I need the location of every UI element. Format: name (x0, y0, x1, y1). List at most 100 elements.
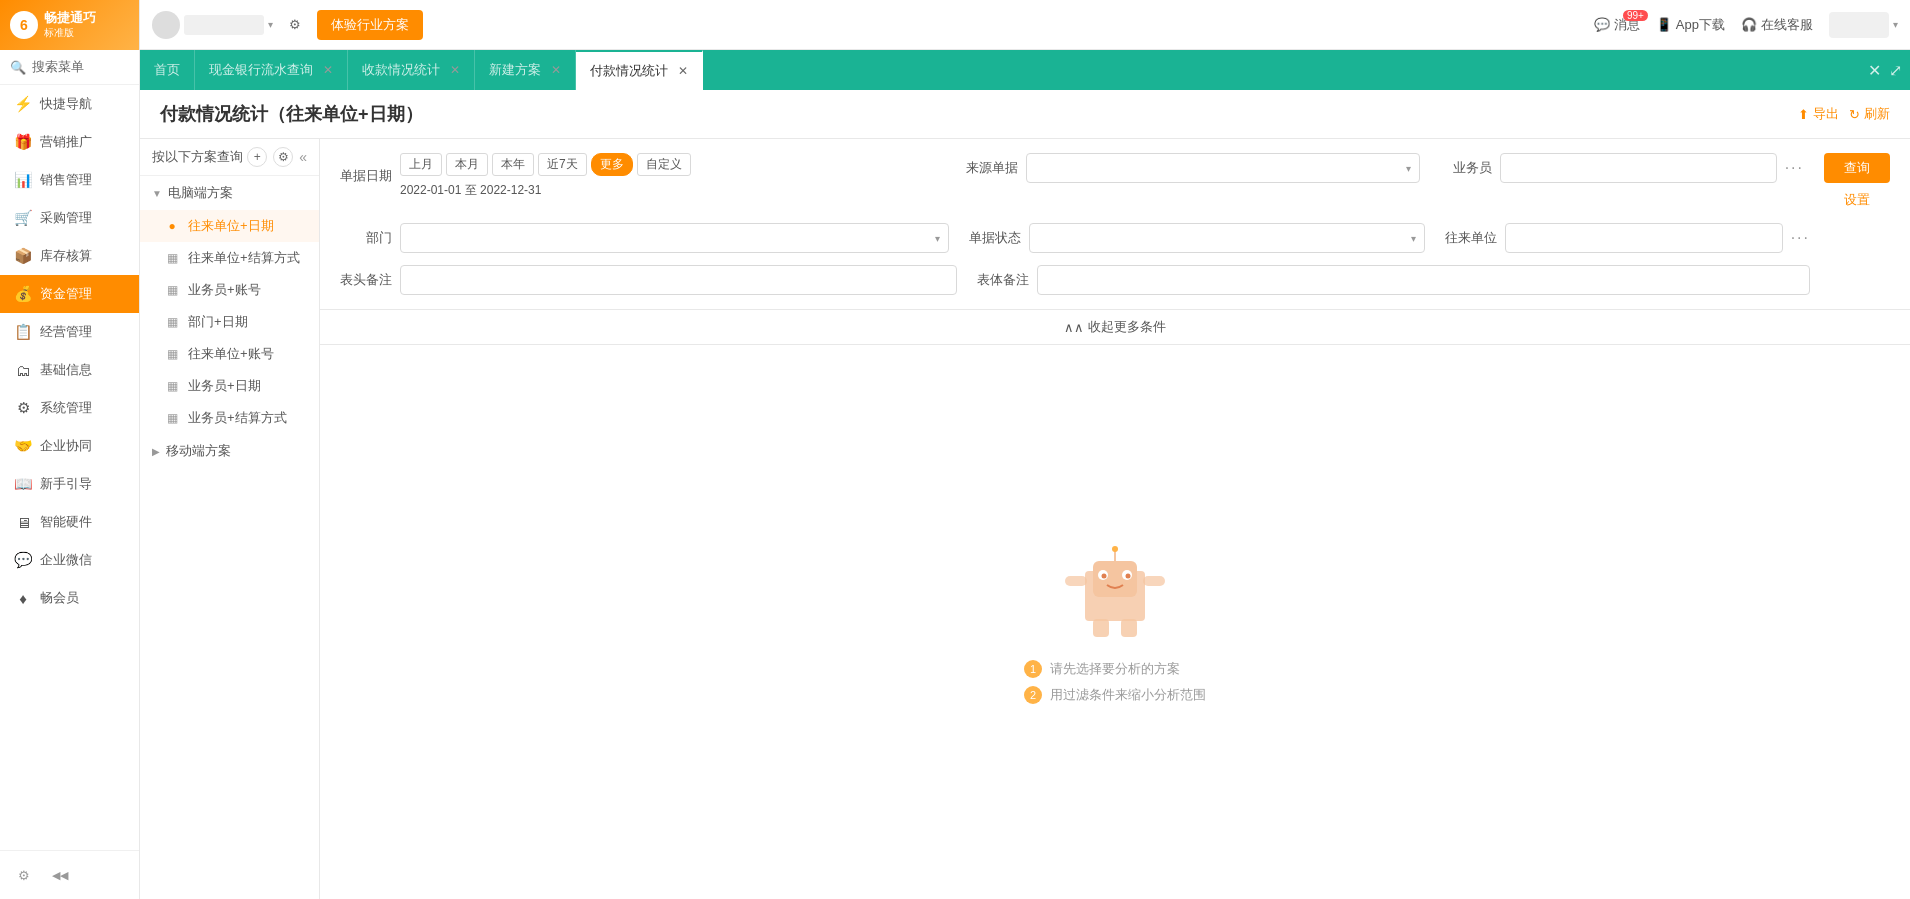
close-window-btn[interactable]: ✕ (1868, 61, 1881, 80)
date-btn-this-year[interactable]: 本年 (492, 153, 534, 176)
scheme-item-partner-account-label: 往来单位+账号 (188, 345, 274, 363)
scheme-collapse-btn[interactable]: « (299, 149, 307, 165)
sidebar-item-inventory[interactable]: 📦 库存核算 (0, 237, 139, 275)
date-btn-row: 上月 本月 本年 近7天 更多 自定义 (400, 153, 946, 176)
sidebar-item-quick-nav[interactable]: ⚡ 快捷导航 (0, 85, 139, 123)
settings-link[interactable]: 设置 (1844, 189, 1870, 211)
export-btn[interactable]: ⬆ 导出 (1798, 105, 1839, 123)
partner-dots[interactable]: ··· (1791, 229, 1810, 247)
maximize-window-btn[interactable]: ⤢ (1889, 61, 1902, 80)
date-btn-7days[interactable]: 近7天 (538, 153, 587, 176)
partner-input[interactable] (1505, 223, 1783, 253)
scheme-item-staff-date[interactable]: ▦ 业务员+日期 (140, 370, 319, 402)
sidebar-item-guide[interactable]: 📖 新手引导 (0, 465, 139, 503)
smart-hw-icon: 🖥 (14, 513, 32, 531)
sidebar-item-system[interactable]: ⚙ 系统管理 (0, 389, 139, 427)
footer-collapse-btn[interactable]: ◀◀ (46, 861, 74, 889)
date-btn-this-month[interactable]: 本月 (446, 153, 488, 176)
page-title: 付款情况统计（往来单位+日期） (160, 102, 423, 126)
sidebar-item-smart-hw[interactable]: 🖥 智能硬件 (0, 503, 139, 541)
date-range-display[interactable]: 2022-01-01 至 2022-12-31 (400, 182, 946, 199)
sidebar-item-operation[interactable]: 📋 经营管理 (0, 313, 139, 351)
tab-income-stats-label: 收款情况统计 (362, 61, 440, 79)
sidebar-item-wechat[interactable]: 💬 企业微信 (0, 541, 139, 579)
date-btn-more[interactable]: 更多 (591, 153, 633, 176)
topbar-left: ▾ ⚙ 体验行业方案 (152, 10, 1584, 40)
topbar-settings-btn[interactable]: ⚙ (281, 11, 309, 39)
user-area[interactable]: ▾ (152, 11, 273, 39)
finance-icon: 💰 (14, 285, 32, 303)
scheme-item-dept-date[interactable]: ▦ 部门+日期 (140, 306, 319, 338)
collapse-more-btn[interactable]: ∧∧ 收起更多条件 (1064, 318, 1166, 336)
scheme-mobile-group-header[interactable]: ▶ 移动端方案 (152, 442, 307, 460)
sales-label: 销售管理 (40, 171, 92, 189)
scheme-item-partner-settlement-icon: ▦ (164, 250, 180, 266)
source-voucher-select[interactable]: ▾ (1026, 153, 1420, 183)
sidebar-item-finance[interactable]: 💰 资金管理 (0, 275, 139, 313)
scheme-item-staff-settlement[interactable]: ▦ 业务员+结算方式 (140, 402, 319, 434)
dept-select[interactable]: ▾ (400, 223, 949, 253)
empty-tip-1-text: 请先选择要分析的方案 (1050, 660, 1180, 678)
scheme-item-staff-account-icon: ▦ (164, 282, 180, 298)
scheme-item-partner-settlement[interactable]: ▦ 往来单位+结算方式 (140, 242, 319, 274)
online-service-btn[interactable]: 🎧 在线客服 (1741, 16, 1813, 34)
scheme-item-staff-account[interactable]: ▦ 业务员+账号 (140, 274, 319, 306)
query-btn[interactable]: 查询 (1824, 153, 1890, 183)
sidebar-item-marketing[interactable]: 🎁 营销推广 (0, 123, 139, 161)
sidebar-search[interactable]: 🔍 搜索菜单 (0, 50, 139, 85)
scheme-item-staff-date-label: 业务员+日期 (188, 377, 261, 395)
filter-staff: 业务员 ··· (1440, 153, 1804, 183)
tab-payment-stats[interactable]: 付款情况统计 ✕ (576, 50, 703, 90)
topbar-user-name[interactable]: ▾ (1829, 12, 1898, 38)
scheme-item-partner-date[interactable]: ● 往来单位+日期 (140, 210, 319, 242)
message-icon: 💬 (1594, 17, 1610, 32)
empty-icon (1055, 541, 1175, 641)
messages-btn[interactable]: 💬 消息 99+ (1594, 16, 1640, 34)
page-actions: ⬆ 导出 ↻ 刷新 (1798, 105, 1890, 123)
search-label: 搜索菜单 (32, 58, 84, 76)
body-note-input[interactable] (1037, 265, 1810, 295)
basic-info-label: 基础信息 (40, 361, 92, 379)
tab-payment-stats-label: 付款情况统计 (590, 62, 668, 80)
tab-new-scheme[interactable]: 新建方案 ✕ (475, 50, 576, 90)
user-dropdown-icon: ▾ (268, 19, 273, 30)
vip-icon: ♦ (14, 589, 32, 607)
sidebar-item-vip[interactable]: ♦ 畅会员 (0, 579, 139, 617)
tab-income-stats-close[interactable]: ✕ (450, 63, 460, 77)
footer-collapse-icon: ◀◀ (52, 869, 68, 882)
filter-form: 单据日期 上月 本月 本年 近7天 更多 自定义 20 (320, 139, 1910, 310)
date-btn-custom[interactable]: 自定义 (637, 153, 691, 176)
tab-cash-flow-close[interactable]: ✕ (323, 63, 333, 77)
app-download-btn[interactable]: 📱 App下载 (1656, 16, 1725, 34)
sidebar-item-sales[interactable]: 📊 销售管理 (0, 161, 139, 199)
scheme-settings-btn[interactable]: ⚙ (273, 147, 293, 167)
voucher-status-select[interactable]: ▾ (1029, 223, 1425, 253)
tab-cash-flow-label: 现金银行流水查询 (209, 61, 313, 79)
scheme-add-btn[interactable]: + (247, 147, 267, 167)
tab-cash-flow[interactable]: 现金银行流水查询 ✕ (195, 50, 348, 90)
sidebar-item-purchase[interactable]: 🛒 采购管理 (0, 199, 139, 237)
footer-settings-btn[interactable]: ⚙ (10, 861, 38, 889)
staff-input[interactable] (1500, 153, 1776, 183)
marketing-label: 营销推广 (40, 133, 92, 151)
tip-num-2: 2 (1024, 686, 1042, 704)
sidebar-item-basic-info[interactable]: 🗂 基础信息 (0, 351, 139, 389)
svg-rect-1 (1093, 561, 1137, 597)
refresh-label: 刷新 (1864, 105, 1890, 123)
tab-new-scheme-close[interactable]: ✕ (551, 63, 561, 77)
body-note-label: 表体备注 (977, 271, 1029, 289)
scheme-desktop-group-header[interactable]: ▼ 电脑端方案 (140, 176, 319, 210)
sidebar-item-coop[interactable]: 🤝 企业协同 (0, 427, 139, 465)
empty-illustration (1055, 541, 1175, 644)
refresh-btn[interactable]: ↻ 刷新 (1849, 105, 1890, 123)
staff-dots[interactable]: ··· (1785, 159, 1804, 177)
tab-home[interactable]: 首页 (140, 50, 195, 90)
scheme-item-partner-account[interactable]: ▦ 往来单位+账号 (140, 338, 319, 370)
date-btn-last-month[interactable]: 上月 (400, 153, 442, 176)
page-header: 付款情况统计（往来单位+日期） ⬆ 导出 ↻ 刷新 (140, 90, 1910, 139)
trial-industry-btn[interactable]: 体验行业方案 (317, 10, 423, 40)
tab-income-stats[interactable]: 收款情况统计 ✕ (348, 50, 475, 90)
coop-icon: 🤝 (14, 437, 32, 455)
tab-payment-stats-close[interactable]: ✕ (678, 64, 688, 78)
header-note-input[interactable] (400, 265, 957, 295)
